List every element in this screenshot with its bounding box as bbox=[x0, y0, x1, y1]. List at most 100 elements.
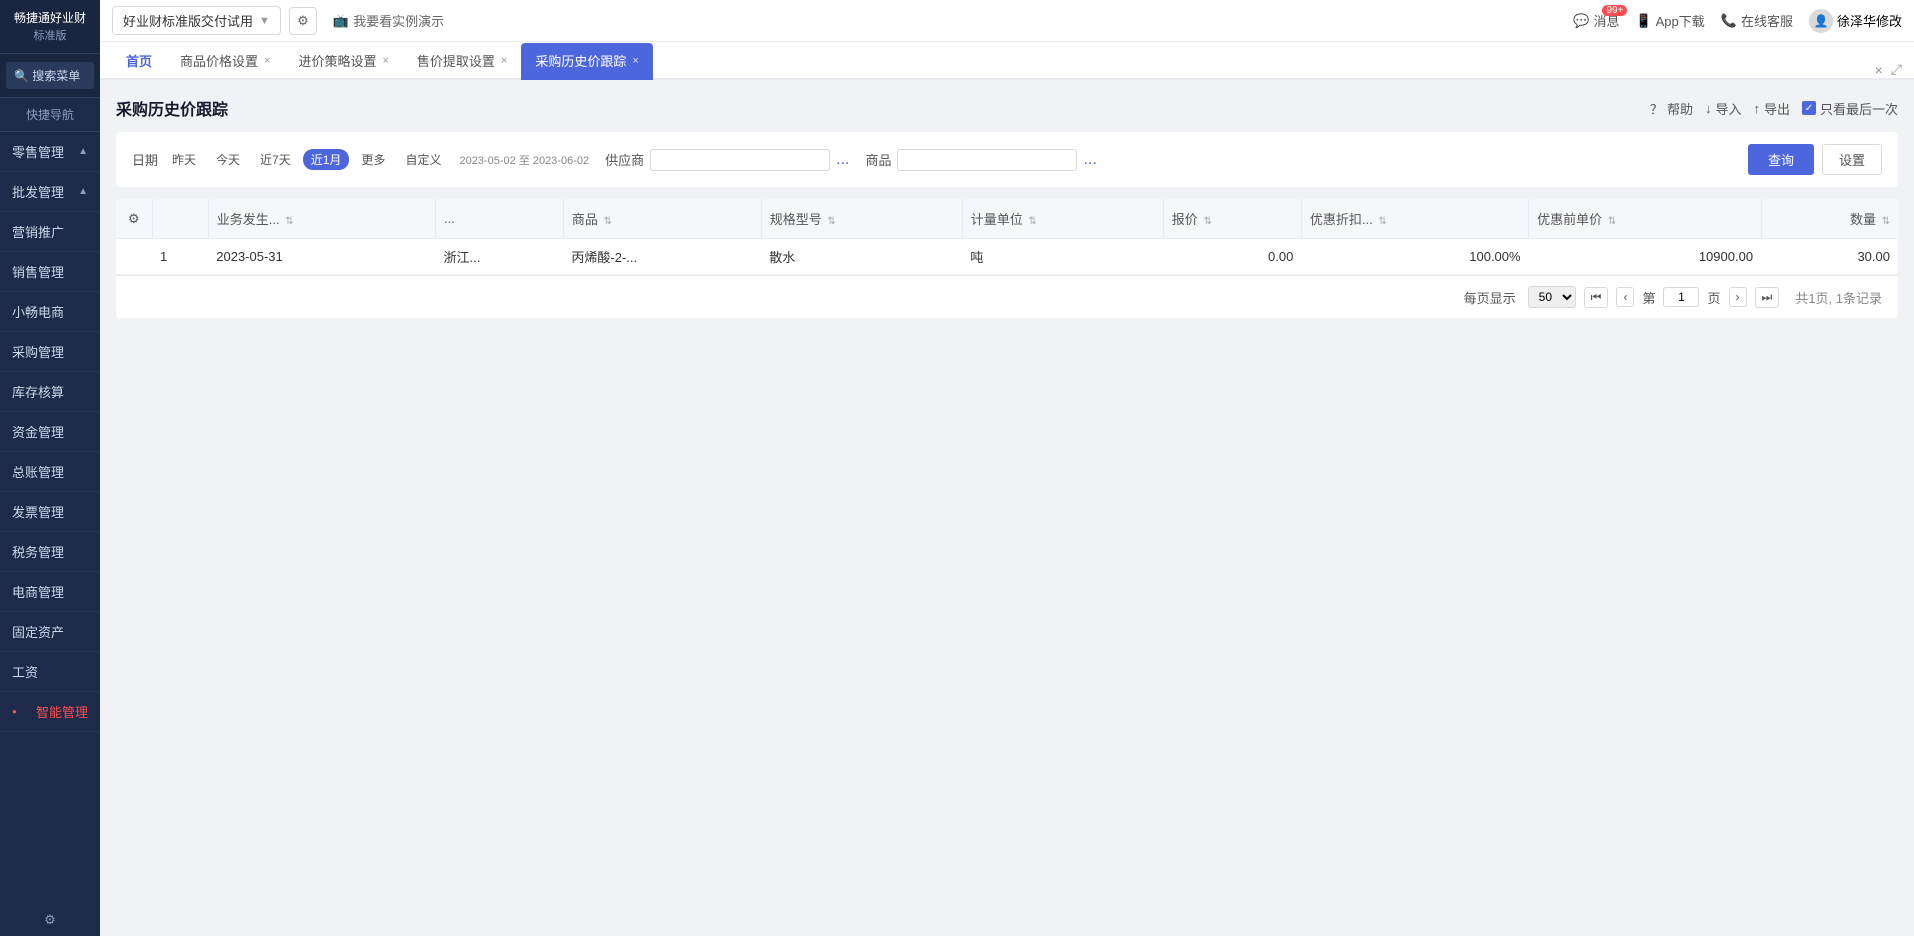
date-opt-last1month[interactable]: 近1月 bbox=[303, 149, 350, 170]
table-container: ⚙ 业务发生... ⇅ ... 商品 ⇅ bbox=[116, 199, 1898, 318]
page-next-button[interactable]: › bbox=[1729, 287, 1747, 307]
window-maximize-button[interactable]: ⤢ bbox=[1891, 61, 1902, 78]
th-spec[interactable]: 规格型号 ⇅ bbox=[761, 199, 962, 239]
page-prev-button[interactable]: ‹ bbox=[1616, 287, 1634, 307]
gear-icon[interactable]: ⚙ bbox=[128, 211, 140, 226]
sidebar-settings-button[interactable]: ⚙ bbox=[0, 904, 100, 936]
sidebar-item-general-ledger[interactable]: 总账管理 bbox=[0, 452, 100, 492]
table-body: 1 2023-05-31 浙江... 丙烯酸-2-... 散水 吨 0.00 1… bbox=[116, 239, 1898, 275]
page-unit: 页 bbox=[1707, 288, 1720, 307]
user-info[interactable]: 👤 徐泽华修改 bbox=[1809, 9, 1902, 33]
sidebar-item-wholesale[interactable]: 批发管理 ▲ bbox=[0, 172, 100, 212]
th-quantity[interactable]: 数量 ⇅ bbox=[1761, 199, 1898, 239]
supplier-dots[interactable]: ... bbox=[836, 151, 849, 169]
sidebar-item-finance[interactable]: 资金管理 bbox=[0, 412, 100, 452]
window-close-button[interactable]: × bbox=[1875, 62, 1883, 78]
import-icon: ↓ bbox=[1705, 101, 1712, 116]
product-selector[interactable]: 好业财标准版交付试用 ▼ bbox=[112, 6, 281, 35]
th-unit[interactable]: 计量单位 ⇅ bbox=[962, 199, 1163, 239]
td-discount: 100.00% bbox=[1301, 239, 1528, 275]
sidebar-item-fixed-assets[interactable]: 固定资产 bbox=[0, 612, 100, 652]
sidebar-item-ai-manage[interactable]: 智能管理 bbox=[0, 692, 100, 732]
demo-icon: 📺 bbox=[333, 13, 349, 29]
tab-price[interactable]: 商品价格设置 × bbox=[166, 43, 284, 80]
export-button[interactable]: ↑ 导出 bbox=[1753, 99, 1790, 118]
td-biz-date: 2023-05-31 bbox=[208, 239, 435, 275]
per-page-select[interactable]: 50 bbox=[1528, 286, 1576, 308]
tab-home[interactable]: 首页 bbox=[112, 43, 166, 80]
tab-sell-price[interactable]: 售价提取设置 × bbox=[403, 43, 521, 80]
app-download-button[interactable]: 📱 App下载 bbox=[1635, 11, 1704, 30]
th-product[interactable]: 商品 ⇅ bbox=[563, 199, 761, 239]
export-icon: ↑ bbox=[1753, 101, 1760, 116]
date-opt-yesterday[interactable]: 昨天 bbox=[164, 149, 204, 170]
online-service-button[interactable]: 📞 在线客服 bbox=[1721, 11, 1793, 30]
page-first-button[interactable]: ⏮ bbox=[1584, 287, 1609, 308]
sidebar-item-ecommerce-small[interactable]: 小畅电商 bbox=[0, 292, 100, 332]
sidebar-item-sales[interactable]: 销售管理 bbox=[0, 252, 100, 292]
th-quote[interactable]: 报价 ⇅ bbox=[1163, 199, 1301, 239]
sort-arrows-quantity: ⇅ bbox=[1882, 216, 1890, 227]
search-menu-button[interactable]: 🔍 搜索菜单 bbox=[6, 62, 94, 89]
product-filter-label: 商品 bbox=[865, 150, 891, 169]
topbar-right: 💬 消息 99+ 📱 App下载 📞 在线客服 👤 徐泽华修改 bbox=[1573, 9, 1902, 33]
product-dots[interactable]: ... bbox=[1083, 151, 1096, 169]
tab-history-price[interactable]: 采购历史价跟踪 × bbox=[521, 43, 652, 80]
supplier-input[interactable] bbox=[650, 149, 830, 171]
th-more[interactable]: ... bbox=[435, 199, 563, 239]
date-filter-label: 日期 bbox=[132, 150, 158, 169]
sidebar-item-marketing[interactable]: 营销推广 bbox=[0, 212, 100, 252]
tab-history-price-close[interactable]: × bbox=[632, 55, 638, 67]
demo-link[interactable]: 📺 我要看实例演示 bbox=[333, 11, 444, 30]
tab-sell-price-close[interactable]: × bbox=[501, 55, 507, 67]
quick-nav-button[interactable]: 快捷导航 bbox=[0, 98, 100, 132]
retail-arrow-icon: ▲ bbox=[78, 146, 88, 157]
avatar: 👤 bbox=[1809, 9, 1833, 33]
tab-strategy[interactable]: 进价策略设置 × bbox=[284, 43, 402, 80]
window-controls: × ⤢ bbox=[1875, 61, 1902, 78]
td-pre-discount-price: 10900.00 bbox=[1529, 239, 1761, 275]
sidebar-item-purchase[interactable]: 采购管理 bbox=[0, 332, 100, 372]
page-header: 采购历史价跟踪 ？ 帮助 ↓ 导入 ↑ 导出 ✓ 只看最后一次 bbox=[116, 96, 1898, 120]
filter-panel: 日期 昨天 今天 近7天 近1月 更多 自定义 2023-05-02 至 202… bbox=[116, 132, 1898, 187]
date-opt-more[interactable]: 更多 bbox=[353, 149, 393, 170]
sidebar-item-payroll[interactable]: 工资 bbox=[0, 652, 100, 692]
settings-button[interactable]: 设置 bbox=[1822, 144, 1882, 175]
logo-text: 畅捷通好业财 bbox=[8, 10, 92, 27]
sidebar-item-ecommerce[interactable]: 电商管理 bbox=[0, 572, 100, 612]
help-icon: ？ bbox=[1650, 99, 1663, 118]
th-discount[interactable]: 优惠折扣... ⇅ bbox=[1301, 199, 1528, 239]
sidebar-item-tax[interactable]: 税务管理 bbox=[0, 532, 100, 572]
import-button[interactable]: ↓ 导入 bbox=[1705, 99, 1742, 118]
date-opt-today[interactable]: 今天 bbox=[208, 149, 248, 170]
date-opt-custom[interactable]: 自定义 bbox=[397, 149, 449, 170]
date-opt-last7[interactable]: 近7天 bbox=[252, 149, 299, 170]
sort-arrows-spec: ⇅ bbox=[827, 216, 835, 227]
date-range-display: 2023-05-02 至 2023-06-02 bbox=[459, 152, 589, 168]
th-pre-discount-price[interactable]: 优惠前单价 ⇅ bbox=[1529, 199, 1761, 239]
supplier-filter-group: 供应商 ... bbox=[605, 149, 849, 171]
td-quantity: 30.00 bbox=[1761, 239, 1898, 275]
topbar-settings-button[interactable]: ⚙ bbox=[289, 7, 317, 35]
help-button[interactable]: ？ 帮助 bbox=[1650, 99, 1693, 118]
sidebar: 畅捷通好业财 标准版 🔍 搜索菜单 快捷导航 零售管理 ▲ 批发管理 ▲ 营销推… bbox=[0, 0, 100, 936]
query-button[interactable]: 查询 bbox=[1748, 144, 1814, 175]
th-biz-date[interactable]: 业务发生... ⇅ bbox=[208, 199, 435, 239]
per-page-label: 每页显示 bbox=[1464, 288, 1516, 307]
sidebar-item-inventory[interactable]: 库存核算 bbox=[0, 372, 100, 412]
checkbox-icon: ✓ bbox=[1802, 101, 1816, 115]
tab-strategy-close[interactable]: × bbox=[382, 55, 388, 67]
sidebar-item-invoice[interactable]: 发票管理 bbox=[0, 492, 100, 532]
sidebar-item-retail[interactable]: 零售管理 ▲ bbox=[0, 132, 100, 172]
sort-arrows-unit: ⇅ bbox=[1028, 216, 1036, 227]
td-spec: 散水 bbox=[761, 239, 962, 275]
page-input[interactable] bbox=[1663, 287, 1699, 307]
message-button[interactable]: 💬 消息 99+ bbox=[1573, 11, 1619, 30]
tab-price-close[interactable]: × bbox=[264, 55, 270, 67]
filter-row: 日期 昨天 今天 近7天 近1月 更多 自定义 2023-05-02 至 202… bbox=[132, 144, 1882, 175]
only-last-checkbox[interactable]: ✓ 只看最后一次 bbox=[1802, 99, 1898, 118]
page-last-button[interactable]: ⏭ bbox=[1755, 287, 1780, 308]
service-icon: 📞 bbox=[1721, 13, 1737, 29]
product-input[interactable] bbox=[897, 149, 1077, 171]
th-gear: ⚙ bbox=[116, 199, 152, 239]
